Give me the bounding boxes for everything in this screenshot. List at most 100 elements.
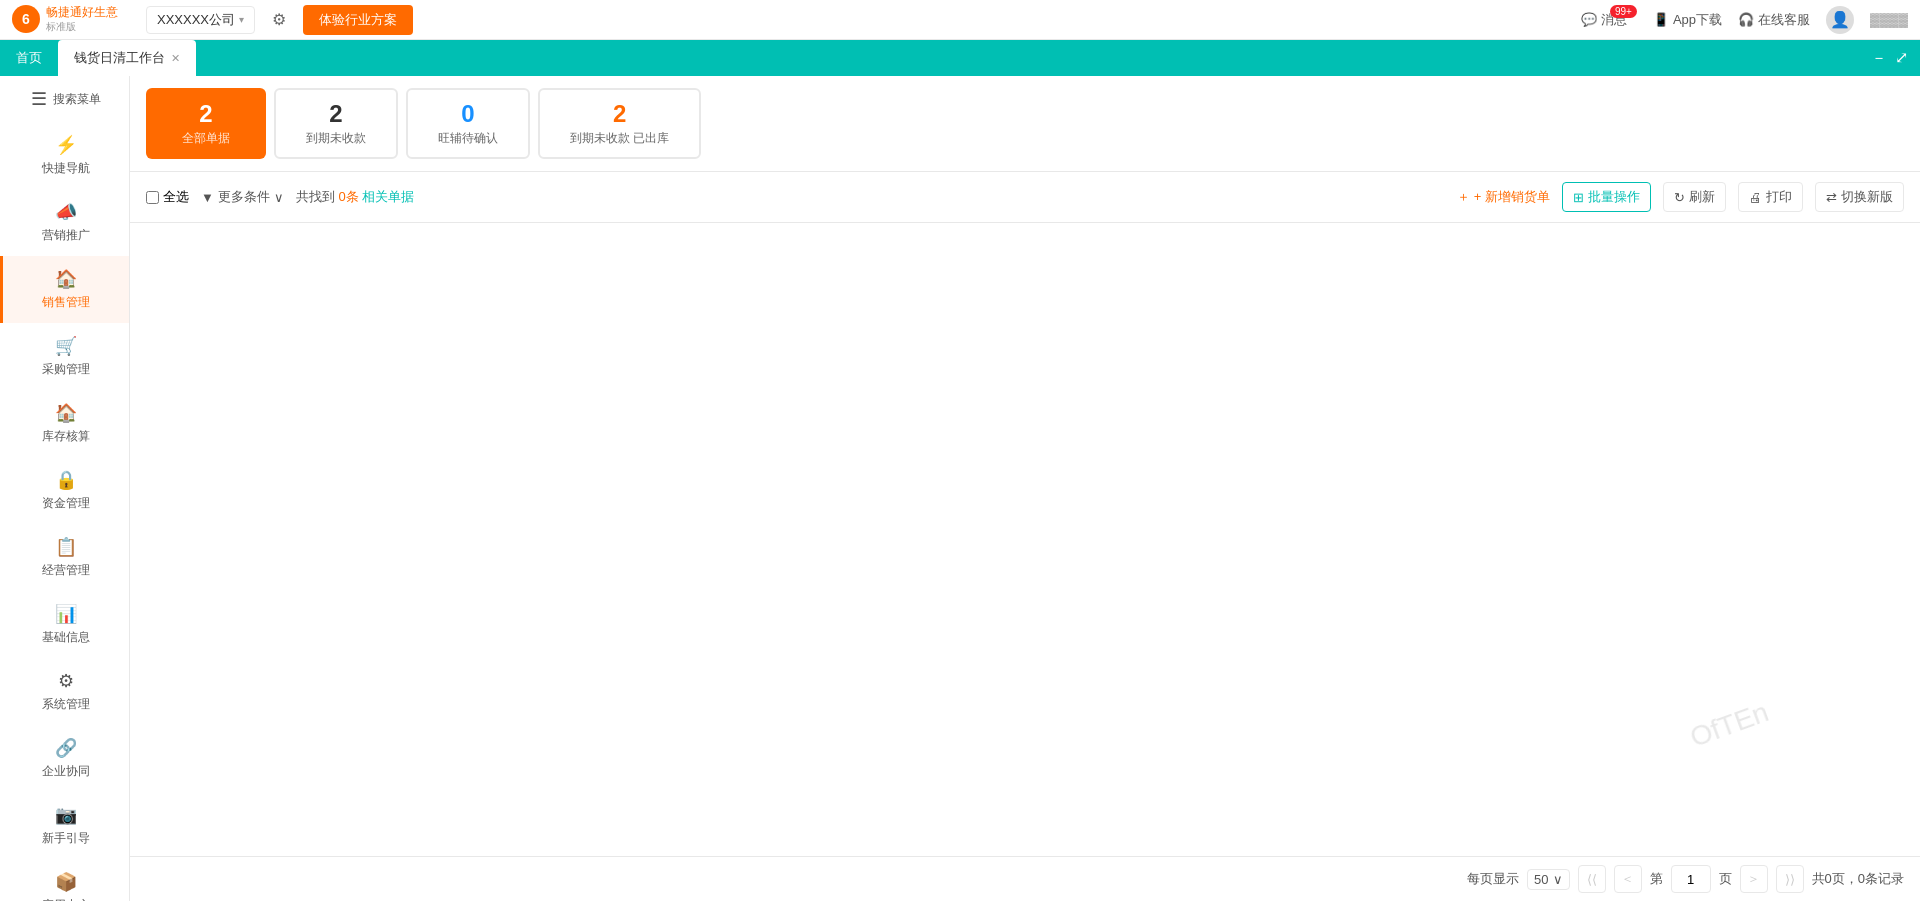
sidebar-operations-label: 经营管理: [42, 562, 90, 579]
switch-version-button[interactable]: ⇄ 切换新版: [1815, 182, 1904, 212]
refresh-button[interactable]: ↻ 刷新: [1663, 182, 1726, 212]
basic-info-icon: 📊: [55, 603, 77, 625]
sales-icon: 🏠: [55, 268, 77, 290]
page-label: 第: [1650, 870, 1663, 888]
nav-maximize-icon[interactable]: ⤢: [1895, 48, 1908, 69]
header: 6 畅捷通好生意 标准版 XXXXXX公司 ▾ ⚙ 体验行业方案 💬 消息 99…: [0, 0, 1920, 40]
toolbar-right: ＋ + 新增销货单 ⊞ 批量操作 ↻ 刷新 🖨 打印 ⇄ 切换新版: [1457, 182, 1904, 212]
message-icon: 💬: [1581, 12, 1597, 27]
nav-right: － ⤢: [1871, 48, 1920, 69]
sidebar-item-purchase[interactable]: 🛒 采购管理: [0, 323, 129, 390]
card-all[interactable]: 2 全部单据: [146, 88, 266, 159]
filter-button[interactable]: ▼ 更多条件 ∨: [201, 188, 284, 206]
enterprise-icon: 🔗: [55, 737, 77, 759]
prev-page-button[interactable]: ＜: [1614, 865, 1642, 893]
card-not-shipped[interactable]: 2 到期未收款 已出库: [538, 88, 701, 159]
online-service-button[interactable]: 🎧 在线客服: [1738, 11, 1810, 29]
card-not-shipped-label: 到期未收款 已出库: [570, 130, 669, 147]
marketing-icon: 📣: [55, 201, 77, 223]
sidebar-purchase-label: 采购管理: [42, 361, 90, 378]
switch-icon: ⇄: [1826, 190, 1837, 205]
content-area: 2 全部单据 2 到期未收款 0 旺辅待确认 2 到期未收款 已出库 全选: [130, 76, 1920, 901]
sidebar-inventory-label: 库存核算: [42, 428, 90, 445]
online-service-label: 在线客服: [1758, 11, 1810, 29]
table-empty-state: [130, 223, 1920, 856]
next-page-button[interactable]: ＞: [1740, 865, 1768, 893]
card-pending[interactable]: 0 旺辅待确认: [406, 88, 530, 159]
logo-sub: 标准版: [46, 20, 118, 34]
tab-workbench[interactable]: 钱货日清工作台 ✕: [58, 40, 196, 76]
service-icon: 🎧: [1738, 12, 1754, 27]
tab-close-icon[interactable]: ✕: [171, 52, 180, 65]
card-overdue-num: 2: [329, 100, 342, 128]
add-btn-label: + 新增销货单: [1474, 188, 1550, 206]
summary-cards: 2 全部单据 2 到期未收款 0 旺辅待确认 2 到期未收款 已出库: [130, 76, 1920, 172]
nav-minimize-icon[interactable]: －: [1871, 48, 1887, 69]
quick-nav-icon: ⚡: [55, 134, 77, 156]
sidebar-item-app-center[interactable]: 📦 应用中心: [0, 859, 129, 901]
page-size-selector[interactable]: 50 ∨: [1527, 869, 1569, 890]
card-overdue[interactable]: 2 到期未收款: [274, 88, 398, 159]
card-not-shipped-num: 2: [613, 100, 626, 128]
operations-icon: 📋: [55, 536, 77, 558]
sidebar-item-operations[interactable]: 📋 经营管理: [0, 524, 129, 591]
add-icon: ＋: [1457, 188, 1470, 206]
message-button[interactable]: 💬 消息 99+: [1581, 11, 1627, 29]
tab-home-label: 首页: [16, 49, 42, 67]
print-button[interactable]: 🖨 打印: [1738, 182, 1803, 212]
username-text: ▓▓▓▓: [1870, 12, 1908, 27]
per-page-label: 每页显示: [1467, 870, 1519, 888]
print-label: 打印: [1766, 188, 1792, 206]
card-all-label: 全部单据: [182, 130, 230, 147]
username-display[interactable]: ▓▓▓▓: [1870, 12, 1908, 27]
inventory-icon: 🏠: [55, 402, 77, 424]
sidebar-search-label: 搜索菜单: [53, 91, 101, 108]
sidebar-item-quick-nav[interactable]: ⚡ 快捷导航: [0, 122, 129, 189]
nav-tabs: 首页 钱货日清工作台 ✕ － ⤢: [0, 40, 1920, 76]
filter-label: 更多条件: [218, 188, 270, 206]
pagination: 每页显示 50 ∨ ⟨⟨ ＜ 第 页 ＞ ⟩⟩ 共0页，0条记录: [130, 856, 1920, 901]
found-text: 共找到 0条 相关单据: [296, 188, 414, 206]
sidebar-item-guide[interactable]: 📷 新手引导: [0, 792, 129, 859]
page-number-input[interactable]: [1671, 865, 1711, 893]
first-page-button[interactable]: ⟨⟨: [1578, 865, 1606, 893]
batch-icon: ⊞: [1573, 190, 1584, 205]
sidebar-item-finance[interactable]: 🔒 资金管理: [0, 457, 129, 524]
batch-label: 批量操作: [1588, 188, 1640, 206]
table-area: [130, 223, 1920, 856]
last-page-button[interactable]: ⟩⟩: [1776, 865, 1804, 893]
sidebar: ☰ 搜索菜单 ⚡ 快捷导航 📣 营销推广 🏠 销售管理 🛒 采购管理 🏠 库存核…: [0, 76, 130, 901]
card-all-num: 2: [199, 100, 212, 128]
app-center-icon: 📦: [55, 871, 77, 893]
checkbox-input[interactable]: [146, 191, 159, 204]
sidebar-quick-nav-label: 快捷导航: [42, 160, 90, 177]
sidebar-item-search[interactable]: ☰ 搜索菜单: [0, 76, 129, 122]
tab-home[interactable]: 首页: [0, 40, 58, 76]
sidebar-item-enterprise[interactable]: 🔗 企业协同: [0, 725, 129, 792]
sidebar-item-system[interactable]: ⚙ 系统管理: [0, 658, 129, 725]
related-link[interactable]: 相关单据: [362, 189, 414, 204]
finance-icon: 🔒: [55, 469, 77, 491]
filter-icon: ▼: [201, 190, 214, 205]
sidebar-app-center-label: 应用中心: [42, 897, 90, 901]
sidebar-enterprise-label: 企业协同: [42, 763, 90, 780]
sidebar-item-sales[interactable]: 🏠 销售管理: [0, 256, 129, 323]
sidebar-basic-info-label: 基础信息: [42, 629, 90, 646]
switch-label: 切换新版: [1841, 188, 1893, 206]
sidebar-marketing-label: 营销推广: [42, 227, 90, 244]
batch-operation-button[interactable]: ⊞ 批量操作: [1562, 182, 1651, 212]
select-all-checkbox[interactable]: 全选: [146, 188, 189, 206]
avatar[interactable]: 👤: [1826, 6, 1854, 34]
sidebar-item-inventory[interactable]: 🏠 库存核算: [0, 390, 129, 457]
add-sales-order-button[interactable]: ＋ + 新增销货单: [1457, 188, 1550, 206]
trial-button[interactable]: 体验行业方案: [303, 5, 413, 35]
search-menu-icon: ☰: [31, 88, 47, 110]
settings-icon[interactable]: ⚙: [263, 4, 295, 36]
page-suffix: 页: [1719, 870, 1732, 888]
company-selector[interactable]: XXXXXX公司 ▾: [146, 6, 255, 34]
sidebar-item-basic-info[interactable]: 📊 基础信息: [0, 591, 129, 658]
app-download-button[interactable]: 📱 App下载: [1653, 11, 1722, 29]
toolbar-left: 全选 ▼ 更多条件 ∨ 共找到 0条 相关单据: [146, 188, 1445, 206]
sidebar-item-marketing[interactable]: 📣 营销推广: [0, 189, 129, 256]
card-pending-num: 0: [461, 100, 474, 128]
